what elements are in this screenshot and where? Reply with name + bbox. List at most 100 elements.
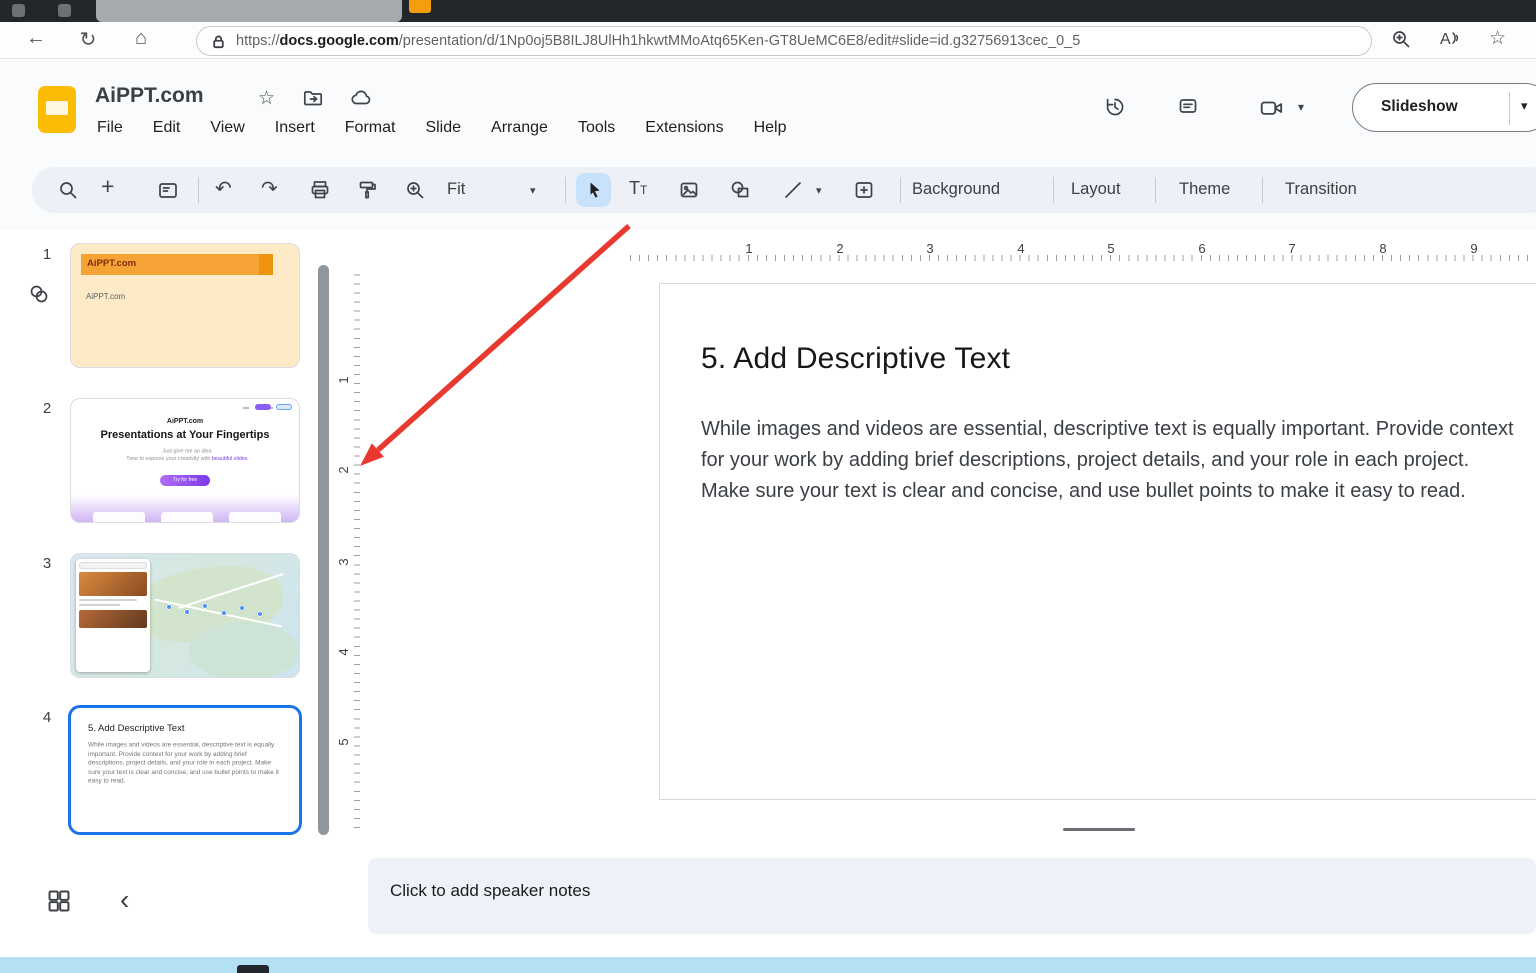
toolbar-divider (1262, 177, 1263, 203)
menu-format[interactable]: Format (345, 119, 396, 137)
map-marker (166, 604, 172, 610)
menu-extensions[interactable]: Extensions (645, 119, 723, 137)
lock-icon (211, 34, 226, 49)
thumb4-body: While images and videos are essential, d… (88, 740, 279, 784)
menu-file[interactable]: File (97, 119, 123, 137)
map-marker (257, 611, 263, 617)
cursor-arrow-icon (583, 179, 605, 201)
browser-navbar: ← ↻ ⌂ https://docs.google.com/presentati… (0, 22, 1536, 59)
url-domain: docs.google.com (279, 33, 399, 49)
slide-title-textbox[interactable]: 5. Add Descriptive Text (701, 342, 1010, 376)
move-folder-icon[interactable] (302, 87, 324, 109)
slide-number-2: 2 (42, 400, 52, 417)
map-marker (239, 605, 245, 611)
address-bar[interactable]: https://docs.google.com/presentation/d/1… (196, 26, 1372, 56)
map-land (189, 622, 299, 677)
paint-format-icon[interactable] (356, 179, 378, 201)
slide-number-3: 3 (42, 555, 52, 572)
map-text-line (79, 599, 137, 601)
meet-camera-icon[interactable] (1259, 96, 1285, 118)
layout-button[interactable]: Layout (1071, 180, 1121, 199)
back-icon[interactable]: ← (22, 27, 50, 50)
insert-placeholder-icon[interactable] (853, 179, 875, 201)
browser-tabstrip (0, 0, 1536, 22)
zoom-select[interactable]: Fit (447, 180, 465, 199)
speaker-notes[interactable]: Click to add speaker notes (368, 858, 1536, 934)
thumb1-title-text: AiPPT.com (87, 258, 137, 269)
transition-button[interactable]: Transition (1285, 180, 1357, 199)
ruler-number: 2 (836, 241, 844, 256)
url-path: /presentation/d/1Np0oj5B8ILJ8UlHh1hkwtMM… (398, 33, 1081, 49)
grid-view-icon[interactable] (46, 888, 72, 914)
background-button[interactable]: Background (912, 180, 1000, 199)
browser-tab-inactive[interactable] (96, 0, 402, 22)
ruler-number: 3 (336, 558, 351, 566)
taskbar-strip (0, 957, 1536, 973)
thumb4-title: 5. Add Descriptive Text (88, 723, 185, 734)
print-icon[interactable] (309, 179, 331, 201)
menu-view[interactable]: View (210, 119, 244, 137)
ruler-number: 1 (336, 376, 351, 384)
comments-icon[interactable] (1177, 96, 1199, 118)
insert-image-icon[interactable] (678, 179, 700, 201)
favorites-star-icon[interactable]: ☆ (1489, 27, 1506, 50)
zoom-page-icon[interactable] (1390, 28, 1412, 50)
home-icon[interactable]: ⌂ (127, 27, 155, 50)
thumb2-badge-blue (276, 404, 292, 410)
document-title[interactable]: AiPPT.com (95, 84, 204, 108)
slides-logo-icon[interactable] (38, 86, 76, 133)
collapse-filmstrip-icon[interactable]: ‹ (120, 884, 129, 916)
menu-slide[interactable]: Slide (425, 119, 461, 137)
map-marker (202, 603, 208, 609)
map-marker (184, 609, 190, 615)
slideshow-button[interactable]: Slideshow ▾ (1352, 83, 1536, 132)
ruler-number: 7 (1288, 241, 1296, 256)
slide-thumbnail-4-selected[interactable]: 5. Add Descriptive Text While images and… (68, 705, 302, 835)
ruler-number: 5 (336, 738, 351, 746)
insert-shape-icon[interactable] (729, 179, 751, 201)
slide-panel-icon[interactable] (157, 179, 179, 201)
ruler-number: 1 (745, 241, 753, 256)
slide-thumbnail-2[interactable]: AiPPT.com Presentations at Your Fingerti… (70, 398, 300, 523)
menu-insert[interactable]: Insert (275, 119, 315, 137)
slide-thumbnail-1[interactable]: AiPPT.com AiPPT.com (70, 243, 300, 368)
ruler-number: 4 (336, 648, 351, 656)
theme-button[interactable]: Theme (1179, 180, 1230, 199)
refresh-icon[interactable]: ↻ (74, 27, 102, 52)
taskbar-item (237, 965, 269, 973)
star-document-icon[interactable]: ☆ (258, 87, 275, 110)
zoom-icon[interactable] (404, 179, 426, 201)
menu-arrange[interactable]: Arrange (491, 119, 548, 137)
thumb2-logo: AiPPT.com (166, 418, 204, 425)
read-aloud-icon[interactable]: A (1440, 30, 1460, 49)
cloud-status-icon[interactable] (350, 87, 372, 109)
menu-help[interactable]: Help (754, 119, 787, 137)
slide-body-textbox[interactable]: While images and videos are essential, d… (701, 414, 1519, 507)
version-history-icon[interactable] (1104, 96, 1126, 118)
insert-line-icon[interactable] (782, 179, 804, 201)
toolbar-divider (198, 177, 199, 203)
thumb1-title-bar: AiPPT.com (81, 254, 273, 275)
ruler-number: 2 (336, 466, 351, 474)
slideshow-label: Slideshow (1381, 98, 1458, 115)
select-tool-button[interactable] (576, 173, 611, 207)
url-text: https://docs.google.com/presentation/d/1… (236, 33, 1080, 49)
map-search-bar (79, 562, 147, 569)
search-menus-icon[interactable] (57, 179, 79, 201)
menu-tools[interactable]: Tools (578, 119, 615, 137)
camera-caret-icon[interactable]: ▾ (1298, 100, 1304, 114)
undo-icon[interactable]: ↶ (215, 176, 232, 201)
filmstrip-scrollbar[interactable] (318, 265, 329, 835)
notes-resize-handle[interactable] (1063, 828, 1135, 831)
menu-edit[interactable]: Edit (153, 119, 181, 137)
slide-canvas[interactable]: 5. Add Descriptive Text While images and… (659, 283, 1536, 800)
text-box-icon[interactable]: TT (629, 178, 647, 199)
redo-icon[interactable]: ↷ (261, 176, 278, 201)
zoom-caret-icon[interactable]: ▾ (530, 184, 536, 197)
new-slide-plus-icon[interactable]: + (101, 173, 114, 200)
slide-thumbnail-3[interactable] (70, 553, 300, 678)
slideshow-caret-icon[interactable]: ▾ (1521, 98, 1528, 114)
toolbar: + ↶ ↷ Fit ▾ TT ▾ Background Layout Theme… (32, 167, 1536, 213)
line-caret-icon[interactable]: ▾ (816, 184, 822, 197)
toolbar-divider (900, 177, 901, 203)
